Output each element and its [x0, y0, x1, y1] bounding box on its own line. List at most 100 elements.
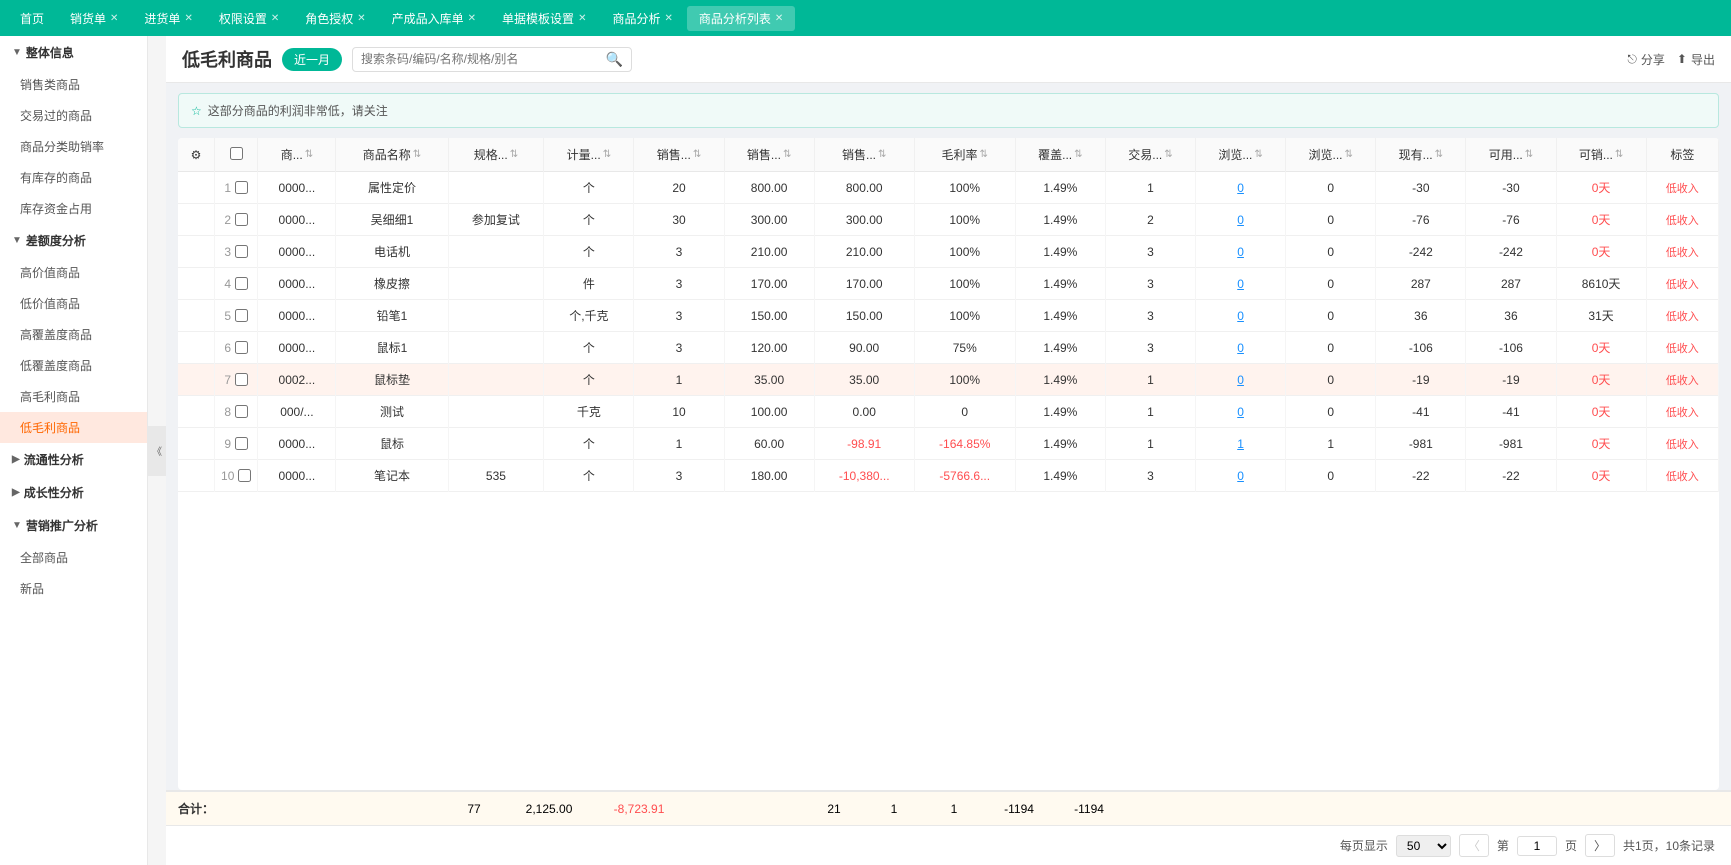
sidebar-group-growth[interactable]: ▶ 成长性分析 [0, 476, 147, 509]
export-button[interactable]: ⬆ 导出 [1677, 51, 1715, 68]
nav-item-purchase[interactable]: 进货单 ✕ [132, 6, 204, 31]
row-spec-10: 535 [448, 460, 544, 492]
row-checkbox-10[interactable] [238, 469, 251, 482]
nav-close-goods-analysis[interactable]: ✕ [664, 13, 672, 24]
sidebar-group-overall[interactable]: ▼ 整体信息 [0, 36, 147, 69]
row-checkbox-2[interactable] [235, 213, 248, 226]
sort-icon-amt: ⇅ [878, 149, 886, 160]
col-code[interactable]: 商...⇅ [258, 138, 336, 172]
sidebar-item-sales-goods[interactable]: 销售类商品 [0, 69, 147, 100]
row-browse2-9: 1 [1286, 428, 1376, 460]
row-sales-amt-8: 0.00 [814, 396, 914, 428]
sidebar-item-high-coverage[interactable]: 高覆盖度商品 [0, 319, 147, 350]
nav-item-goods-analysis[interactable]: 商品分析 ✕ [600, 6, 684, 31]
table-row: 1 0000... 属性定价 个 20 800.00 800.00 100% 1… [178, 172, 1719, 204]
time-filter-button[interactable]: 近一月 [282, 48, 342, 71]
col-browse2[interactable]: 浏览...⇅ [1286, 138, 1376, 172]
nav-close-template[interactable]: ✕ [578, 13, 586, 24]
nav-item-sales[interactable]: 销货单 ✕ [58, 6, 130, 31]
sidebar-item-low-coverage[interactable]: 低覆盖度商品 [0, 350, 147, 381]
header-actions: ⎋ 分享 ⬆ 导出 [1627, 51, 1715, 68]
search-icon[interactable]: 🔍 [606, 51, 623, 68]
col-trade[interactable]: 交易...⇅ [1105, 138, 1195, 172]
col-available[interactable]: 可用...⇅ [1466, 138, 1556, 172]
row-trade-2: 2 [1105, 204, 1195, 236]
col-sales-price[interactable]: 销售...⇅ [724, 138, 814, 172]
next-page-button[interactable]: 〉 [1585, 834, 1615, 857]
nav-close-permissions[interactable]: ✕ [271, 13, 279, 24]
row-code-5: 0000... [258, 300, 336, 332]
sidebar-item-low-margin[interactable]: 低毛利商品 [0, 412, 147, 443]
nav-item-roles[interactable]: 角色授权 ✕ [293, 6, 377, 31]
col-name[interactable]: 商品名称⇅ [336, 138, 448, 172]
col-sales-amt[interactable]: 销售...⇅ [814, 138, 914, 172]
nav-item-goods-list[interactable]: 商品分析列表 ✕ [687, 6, 795, 31]
nav-item-template[interactable]: 单据模板设置 ✕ [490, 6, 598, 31]
nav-close-product-entry[interactable]: ✕ [468, 13, 476, 24]
per-page-label: 每页显示 [1340, 837, 1388, 854]
col-settings[interactable]: ⚙ [178, 138, 215, 172]
row-checkbox-5[interactable] [235, 309, 248, 322]
row-checkbox-3[interactable] [235, 245, 248, 258]
row-sales-qty-10: 3 [634, 460, 724, 492]
sidebar-item-in-stock[interactable]: 有库存的商品 [0, 162, 147, 193]
nav-close-goods-list[interactable]: ✕ [775, 13, 783, 24]
sidebar-item-category-rate[interactable]: 商品分类助销率 [0, 131, 147, 162]
sort-icon-name: ⇅ [413, 149, 421, 160]
nav-item-product-entry[interactable]: 产成品入库单 ✕ [380, 6, 488, 31]
sidebar-item-high-value[interactable]: 高价值商品 [0, 257, 147, 288]
col-coverage[interactable]: 覆盖...⇅ [1015, 138, 1105, 172]
row-sales-qty-6: 3 [634, 332, 724, 364]
sidebar-collapse-button[interactable]: 《 [148, 426, 166, 476]
nav-close-roles[interactable]: ✕ [357, 13, 365, 24]
row-checkbox-4[interactable] [235, 277, 248, 290]
col-sales-qty[interactable]: 销售...⇅ [634, 138, 724, 172]
nav-close-purchase[interactable]: ✕ [184, 13, 192, 24]
nav-item-home[interactable]: 首页 [8, 6, 56, 31]
row-checkbox-7[interactable] [235, 373, 248, 386]
col-browse1[interactable]: 浏览...⇅ [1196, 138, 1286, 172]
col-current[interactable]: 现有...⇅ [1376, 138, 1466, 172]
search-input[interactable] [361, 52, 606, 66]
col-tag[interactable]: 标签 [1646, 138, 1718, 172]
row-trade-8: 1 [1105, 396, 1195, 428]
row-saleable-10: 0天 [1556, 460, 1646, 492]
col-spec[interactable]: 规格...⇅ [448, 138, 544, 172]
col-checkbox[interactable] [215, 138, 258, 172]
sidebar-group-marketing[interactable]: ▼ 营销推广分析 [0, 509, 147, 542]
row-checkbox-9[interactable] [235, 437, 248, 450]
col-saleable[interactable]: 可销...⇅ [1556, 138, 1646, 172]
sidebar-item-high-margin[interactable]: 高毛利商品 [0, 381, 147, 412]
row-checkbox-6[interactable] [235, 341, 248, 354]
share-button[interactable]: ⎋ 分享 [1627, 51, 1665, 68]
sidebar-group-margin[interactable]: ▼ 差额度分析 [0, 224, 147, 257]
row-sales-price-3: 210.00 [724, 236, 814, 268]
sidebar-group-liquidity[interactable]: ▶ 流通性分析 [0, 443, 147, 476]
sidebar-item-stock-capital[interactable]: 库存资金占用 [0, 193, 147, 224]
nav-item-permissions[interactable]: 权限设置 ✕ [207, 6, 291, 31]
sidebar-item-traded-goods[interactable]: 交易过的商品 [0, 100, 147, 131]
table-row: 3 0000... 电话机 个 3 210.00 210.00 100% 1.4… [178, 236, 1719, 268]
sidebar-item-low-value[interactable]: 低价值商品 [0, 288, 147, 319]
prev-page-button[interactable]: 〈 [1459, 834, 1489, 857]
row-spec-4 [448, 268, 544, 300]
per-page-select[interactable]: 50 100 200 [1396, 835, 1451, 857]
row-coverage-1: 1.49% [1015, 172, 1105, 204]
select-all-checkbox[interactable] [230, 147, 243, 160]
row-available-4: 287 [1466, 268, 1556, 300]
nav-close-sales[interactable]: ✕ [110, 13, 118, 24]
row-name-1: 属性定价 [336, 172, 448, 204]
row-checkbox-8[interactable] [235, 405, 248, 418]
row-settings-1 [178, 172, 215, 204]
row-current-4: 287 [1376, 268, 1466, 300]
row-unit-7: 个 [544, 364, 634, 396]
col-unit[interactable]: 计量...⇅ [544, 138, 634, 172]
row-spec-6 [448, 332, 544, 364]
row-gross-3: 100% [914, 236, 1015, 268]
row-checkbox-1[interactable] [235, 181, 248, 194]
sidebar-item-all-goods[interactable]: 全部商品 [0, 542, 147, 573]
row-sales-price-7: 35.00 [724, 364, 814, 396]
sidebar-item-new-goods[interactable]: 新品 [0, 573, 147, 604]
col-gross-rate[interactable]: 毛利率⇅ [914, 138, 1015, 172]
page-number-input[interactable] [1517, 836, 1557, 856]
